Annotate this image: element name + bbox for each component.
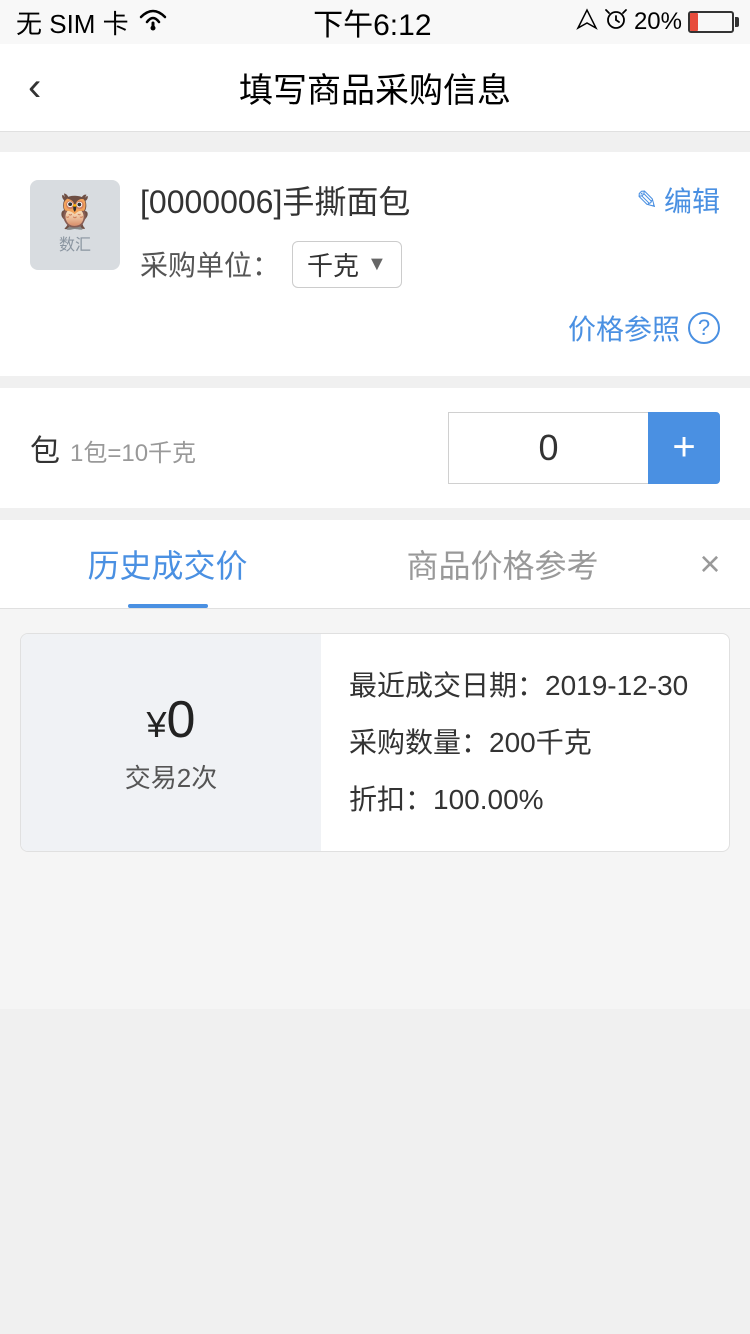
product-logo-text: 数汇 bbox=[54, 231, 96, 255]
quantity-unit-badge: 包 bbox=[30, 426, 60, 470]
transaction-details: 最近成交日期：2019-12-30 采购数量：200千克 折扣：100.00% bbox=[321, 634, 729, 852]
transaction-price: ¥0 bbox=[147, 690, 196, 750]
product-unit-row: 采购单位： 千克 ▼ bbox=[140, 241, 636, 288]
product-header: 🦉 数汇 [0000006]手撕面包 采购单位： 千克 ▼ ✎ 编辑 bbox=[30, 180, 720, 288]
status-left: 无 SIM 卡 bbox=[16, 4, 169, 41]
tab-active-indicator bbox=[128, 604, 208, 608]
help-char: ? bbox=[698, 315, 710, 341]
battery-fill bbox=[690, 13, 698, 31]
content-area: ¥0 交易2次 最近成交日期：2019-12-30 采购数量：200千克 折扣：… bbox=[0, 609, 750, 1009]
discount-label: 折扣： bbox=[349, 784, 433, 815]
transaction-card: ¥0 交易2次 最近成交日期：2019-12-30 采购数量：200千克 折扣：… bbox=[20, 633, 730, 853]
battery-icon bbox=[688, 11, 734, 33]
quantity-row: 包 1包=10千克 0 + bbox=[0, 388, 750, 508]
quantity-input[interactable]: 0 bbox=[448, 412, 648, 484]
product-left: 🦉 数汇 [0000006]手撕面包 采购单位： 千克 ▼ bbox=[30, 180, 636, 288]
unit-selector[interactable]: 千克 ▼ bbox=[292, 241, 402, 288]
unit-label: 采购单位： bbox=[140, 244, 280, 284]
price-ref-link[interactable]: 价格参照 bbox=[568, 308, 680, 348]
edit-button[interactable]: ✎ 编辑 bbox=[636, 180, 720, 220]
currency-symbol: ¥ bbox=[147, 704, 167, 745]
product-thumbnail: 🦉 数汇 bbox=[30, 180, 120, 270]
nav-bar: ‹ 填写商品采购信息 bbox=[0, 44, 750, 132]
transaction-summary: ¥0 交易2次 bbox=[21, 634, 321, 852]
recent-date-label: 最近成交日期： bbox=[349, 670, 545, 701]
product-logo-icon: 🦉 bbox=[54, 195, 96, 229]
battery-percent: 20% bbox=[634, 8, 682, 36]
unit-value: 千克 bbox=[307, 246, 359, 283]
unit-dropdown-icon: ▼ bbox=[367, 253, 387, 276]
tab-product-price-ref[interactable]: 商品价格参考 bbox=[335, 520, 670, 608]
purchase-quantity-row: 采购数量：200千克 bbox=[349, 723, 701, 762]
edit-icon: ✎ bbox=[636, 185, 658, 216]
quantity-unit-equiv: 1包=10千克 bbox=[70, 433, 196, 468]
tab-history-price[interactable]: 历史成交价 bbox=[0, 520, 335, 608]
close-icon: × bbox=[699, 543, 720, 585]
tab-bar: 历史成交价 商品价格参考 × bbox=[0, 520, 750, 609]
wifi-icon bbox=[137, 7, 169, 38]
price-ref-row: 价格参照 ? bbox=[30, 308, 720, 348]
alarm-icon bbox=[604, 7, 628, 38]
quantity-input-area: 0 + bbox=[448, 412, 720, 484]
price-amount: 0 bbox=[167, 691, 196, 749]
plus-icon: + bbox=[672, 425, 695, 470]
section-divider bbox=[0, 376, 750, 388]
product-card: 🦉 数汇 [0000006]手撕面包 采购单位： 千克 ▼ ✎ 编辑 价格参照 bbox=[0, 152, 750, 376]
purchase-qty-value: 200千克 bbox=[489, 727, 592, 758]
status-right: 20% bbox=[576, 7, 734, 38]
help-icon[interactable]: ? bbox=[688, 312, 720, 344]
discount-value: 100.00% bbox=[433, 784, 544, 815]
tab-price-ref-label: 商品价格参考 bbox=[406, 541, 598, 587]
status-bar: 无 SIM 卡 下午6:12 20% bbox=[0, 0, 750, 44]
recent-date-row: 最近成交日期：2019-12-30 bbox=[349, 666, 701, 705]
product-name: [0000006]手撕面包 bbox=[140, 180, 636, 225]
product-info: [0000006]手撕面包 采购单位： 千克 ▼ bbox=[140, 180, 636, 288]
quantity-label-area: 包 1包=10千克 bbox=[30, 426, 196, 470]
page-title: 填写商品采购信息 bbox=[239, 63, 511, 112]
recent-date-value: 2019-12-30 bbox=[545, 670, 688, 701]
no-sim-text: 无 SIM 卡 bbox=[16, 4, 129, 41]
tab-history-label: 历史成交价 bbox=[87, 541, 247, 587]
transaction-count: 交易2次 bbox=[125, 758, 217, 795]
quantity-plus-button[interactable]: + bbox=[648, 412, 720, 484]
status-time: 下午6:12 bbox=[313, 0, 431, 44]
quantity-value: 0 bbox=[538, 427, 558, 469]
edit-label: 编辑 bbox=[664, 180, 720, 220]
location-icon bbox=[576, 8, 598, 37]
purchase-qty-label: 采购数量： bbox=[349, 727, 489, 758]
discount-row: 折扣：100.00% bbox=[349, 780, 701, 819]
tab-close-button[interactable]: × bbox=[670, 520, 750, 608]
back-button[interactable]: ‹ bbox=[28, 65, 41, 110]
